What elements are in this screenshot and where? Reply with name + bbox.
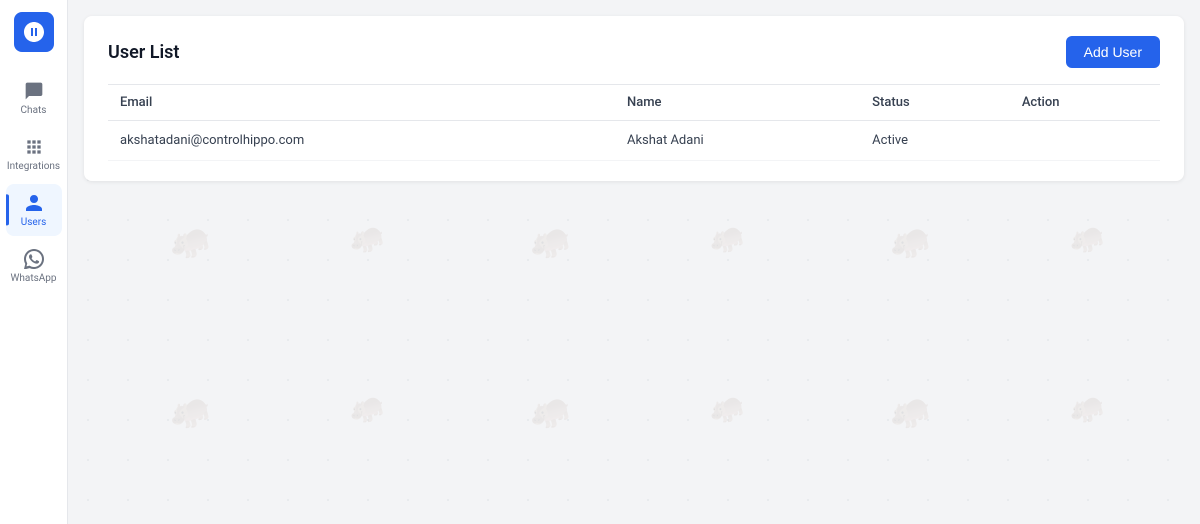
app-logo[interactable] <box>14 12 54 52</box>
sidebar-item-users[interactable]: Users <box>6 184 62 236</box>
user-list-panel: User List Add User Email Name Status Act… <box>84 16 1184 181</box>
sidebar: Chats Integrations Users WhatsApp <box>0 0 68 524</box>
sidebar-item-whatsapp[interactable]: WhatsApp <box>6 240 62 292</box>
col-email: Email <box>108 85 615 121</box>
cell-email: akshatadani@controlhippo.com <box>108 121 615 161</box>
sidebar-item-chats[interactable]: Chats <box>6 72 62 124</box>
sidebar-item-users-label: Users <box>21 217 47 228</box>
logo-icon <box>22 20 46 44</box>
sidebar-item-whatsapp-label: WhatsApp <box>11 273 57 284</box>
cell-name: Akshat Adani <box>615 121 860 161</box>
integrations-icon <box>23 136 45 158</box>
table-row: akshatadani@controlhippo.com Akshat Adan… <box>108 121 1160 161</box>
col-name: Name <box>615 85 860 121</box>
page-title: User List <box>108 42 179 63</box>
col-status: Status <box>860 85 1010 121</box>
col-action: Action <box>1010 85 1160 121</box>
table-body: akshatadani@controlhippo.com Akshat Adan… <box>108 121 1160 161</box>
whatsapp-icon <box>23 248 45 270</box>
cell-status: Active <box>860 121 1010 161</box>
chat-icon <box>23 80 45 102</box>
main-content: 🦛 🦛 🦛 🦛 🦛 🦛 🦛 🦛 🦛 🦛 🦛 🦛 🦛 🦛 🦛 🦛 🦛 🦛 User… <box>68 0 1200 524</box>
table-header-row: Email Name Status Action <box>108 85 1160 121</box>
sidebar-item-integrations[interactable]: Integrations <box>6 128 62 180</box>
sidebar-item-chats-label: Chats <box>21 105 47 116</box>
users-icon <box>23 192 45 214</box>
cell-action <box>1010 121 1160 161</box>
panel-header: User List Add User <box>108 36 1160 68</box>
user-table: Email Name Status Action akshatadani@con… <box>108 84 1160 161</box>
table-header: Email Name Status Action <box>108 85 1160 121</box>
add-user-button[interactable]: Add User <box>1066 36 1160 68</box>
sidebar-item-integrations-label: Integrations <box>7 161 60 172</box>
